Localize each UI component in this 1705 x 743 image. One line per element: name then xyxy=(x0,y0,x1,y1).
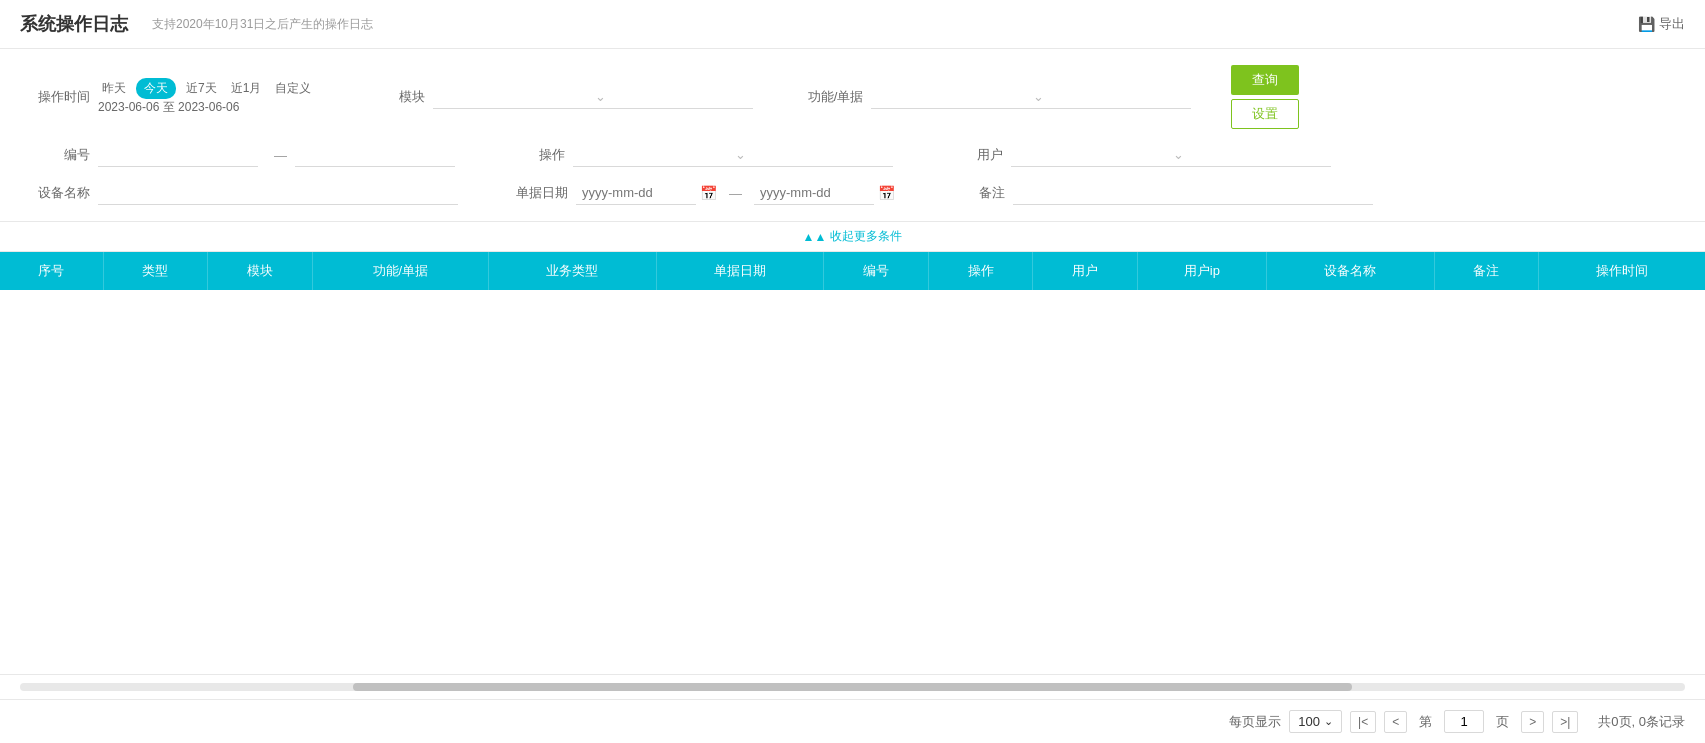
filter-row-1: 操作时间 昨天 今天 近7天 近1月 自定义 2023-06-06 至 2023… xyxy=(20,65,1685,129)
pagination-bar: 每页显示 100 ⌄ |< < 第 页 > >| 共0页, 0条记录 xyxy=(0,699,1705,743)
number-label: 编号 xyxy=(20,146,90,164)
module-dropdown-icon: ⌄ xyxy=(595,89,747,104)
device-name-input[interactable] xyxy=(98,181,458,205)
module-label: 模块 xyxy=(355,88,425,106)
page-container: 系统操作日志 支持2020年10月31日之后产生的操作日志 💾 导出 操作时间 … xyxy=(0,0,1705,743)
next-page-button[interactable]: > xyxy=(1521,711,1544,733)
page-text-prefix: 第 xyxy=(1419,713,1432,731)
per-page-value: 100 xyxy=(1298,714,1320,729)
table-header-row: 序号 类型 模块 功能/单据 业务类型 单据日期 编号 操作 用户 用户ip 设… xyxy=(0,252,1705,290)
doc-date-start-input[interactable] xyxy=(576,181,696,205)
user-label: 用户 xyxy=(933,146,1003,164)
collapse-bar: ▲▲ 收起更多条件 xyxy=(0,222,1705,252)
operation-label: 操作 xyxy=(495,146,565,164)
number-end-input[interactable] xyxy=(295,143,455,167)
time-btn-custom[interactable]: 自定义 xyxy=(271,78,315,99)
settings-button[interactable]: 设置 xyxy=(1231,99,1299,129)
doc-date-group: 📅 — 📅 xyxy=(576,181,895,205)
time-filter-container: 昨天 今天 近7天 近1月 自定义 2023-06-06 至 2023-06-0… xyxy=(98,78,315,116)
col-op-time: 操作时间 xyxy=(1538,252,1705,290)
operation-dropdown-icon: ⌄ xyxy=(735,147,887,162)
time-btn-yesterday[interactable]: 昨天 xyxy=(98,78,130,99)
page-header: 系统操作日志 支持2020年10月31日之后产生的操作日志 💾 导出 xyxy=(0,0,1705,49)
col-remark: 备注 xyxy=(1434,252,1538,290)
time-range-text: 2023-06-06 至 2023-06-06 xyxy=(98,99,315,116)
time-label: 操作时间 xyxy=(20,88,90,106)
filter-area: 操作时间 昨天 今天 近7天 近1月 自定义 2023-06-06 至 2023… xyxy=(0,49,1705,222)
col-doc-date: 单据日期 xyxy=(656,252,824,290)
per-page-label: 每页显示 xyxy=(1229,713,1281,731)
remark-label: 备注 xyxy=(935,184,1005,202)
export-icon: 💾 xyxy=(1638,16,1655,32)
number-separator: — xyxy=(274,148,287,163)
export-label: 导出 xyxy=(1659,15,1685,33)
operation-select[interactable]: ⌄ xyxy=(573,143,893,167)
time-btn-last1month[interactable]: 近1月 xyxy=(227,78,266,99)
total-text: 共0页, 0条记录 xyxy=(1598,713,1685,731)
action-buttons: 查询 设置 xyxy=(1231,65,1299,129)
scrollbar-track xyxy=(20,683,1685,691)
col-operation: 操作 xyxy=(928,252,1032,290)
time-filter-group: 昨天 今天 近7天 近1月 自定义 xyxy=(98,78,315,99)
page-text-suffix: 页 xyxy=(1496,713,1509,731)
function-label: 功能/单据 xyxy=(793,88,863,106)
module-select[interactable]: ⌄ xyxy=(433,85,753,109)
col-user: 用户 xyxy=(1033,252,1137,290)
export-button[interactable]: 💾 导出 xyxy=(1638,15,1685,33)
doc-date-end-input[interactable] xyxy=(754,181,874,205)
per-page-dropdown-icon: ⌄ xyxy=(1324,715,1333,728)
col-function: 功能/单据 xyxy=(312,252,488,290)
time-btn-last7[interactable]: 近7天 xyxy=(182,78,221,99)
time-btn-today[interactable]: 今天 xyxy=(136,78,176,99)
prev-page-button[interactable]: < xyxy=(1384,711,1407,733)
filter-row-3: 设备名称 单据日期 📅 — 📅 备注 xyxy=(20,181,1685,205)
col-type: 类型 xyxy=(103,252,207,290)
table-body xyxy=(0,290,1705,630)
first-page-button[interactable]: |< xyxy=(1350,711,1376,733)
collapse-button[interactable]: ▲▲ 收起更多条件 xyxy=(803,228,903,245)
calendar-start-icon[interactable]: 📅 xyxy=(700,185,717,201)
user-select[interactable]: ⌄ xyxy=(1011,143,1331,167)
table-head: 序号 类型 模块 功能/单据 业务类型 单据日期 编号 操作 用户 用户ip 设… xyxy=(0,252,1705,290)
last-page-button[interactable]: >| xyxy=(1552,711,1578,733)
col-number: 编号 xyxy=(824,252,928,290)
col-device-name: 设备名称 xyxy=(1266,252,1434,290)
user-dropdown-icon: ⌄ xyxy=(1173,147,1325,162)
col-seq: 序号 xyxy=(0,252,103,290)
col-user-ip: 用户ip xyxy=(1137,252,1266,290)
remark-input[interactable] xyxy=(1013,181,1373,205)
doc-date-label: 单据日期 xyxy=(498,184,568,202)
function-select[interactable]: ⌄ xyxy=(871,85,1191,109)
number-start-input[interactable] xyxy=(98,143,258,167)
filter-row-2: 编号 — 操作 ⌄ 用户 ⌄ xyxy=(20,143,1685,167)
scrollbar-area xyxy=(0,674,1705,699)
page-number-input[interactable] xyxy=(1444,710,1484,733)
query-button[interactable]: 查询 xyxy=(1231,65,1299,95)
data-table: 序号 类型 模块 功能/单据 业务类型 单据日期 编号 操作 用户 用户ip 设… xyxy=(0,252,1705,630)
page-subtitle: 支持2020年10月31日之后产生的操作日志 xyxy=(152,16,373,33)
collapse-chevron-icon: ▲▲ xyxy=(803,230,827,244)
table-container: 序号 类型 模块 功能/单据 业务类型 单据日期 编号 操作 用户 用户ip 设… xyxy=(0,252,1705,674)
function-dropdown-icon: ⌄ xyxy=(1033,89,1185,104)
device-label: 设备名称 xyxy=(20,184,90,202)
per-page-select[interactable]: 100 ⌄ xyxy=(1289,710,1342,733)
collapse-label: 收起更多条件 xyxy=(830,228,902,245)
calendar-end-icon[interactable]: 📅 xyxy=(878,185,895,201)
col-biz-type: 业务类型 xyxy=(489,252,657,290)
date-separator: — xyxy=(729,186,742,201)
col-module: 模块 xyxy=(208,252,312,290)
scrollbar-thumb[interactable] xyxy=(353,683,1352,691)
page-title: 系统操作日志 xyxy=(20,12,128,36)
